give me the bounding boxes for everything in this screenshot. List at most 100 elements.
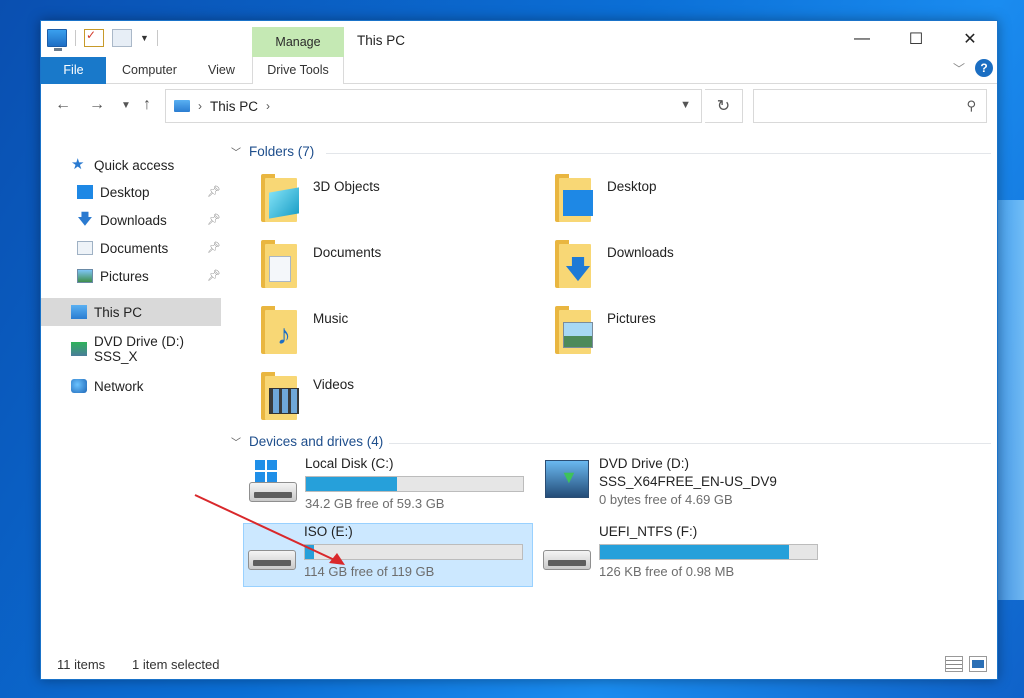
this-pc-icon (71, 305, 87, 319)
search-box[interactable]: ⚲ (753, 89, 987, 123)
search-icon[interactable]: ⚲ (966, 98, 976, 114)
address-dropdown-chevron-icon[interactable]: ▼ (680, 99, 691, 111)
nav-item-downloads[interactable]: 🡇 Downloads (77, 207, 227, 233)
ribbon-right-controls: ﹀ ? (953, 59, 993, 77)
folder-downloads-icon: 🡇 (551, 240, 595, 290)
drive-usage-bar (305, 476, 524, 492)
folders-group-header[interactable]: ﹀ Folders (7) (231, 144, 991, 159)
drive-name: DVD Drive (D:) (599, 456, 689, 471)
folder-documents-icon (257, 240, 301, 290)
folder-pictures-icon (551, 306, 595, 356)
back-arrow-icon[interactable]: ← (55, 96, 71, 114)
folder-label: Documents (313, 245, 382, 260)
folder-desktop-icon (551, 174, 595, 224)
drives-group-header[interactable]: ﹀ Devices and drives (4) (231, 434, 991, 449)
folders-group-label: Folders (7) (249, 144, 315, 159)
new-folder-icon[interactable] (112, 29, 132, 47)
drive-usage-fill (306, 477, 398, 491)
ribbon-tabs: File Computer View Drive Tools ﹀ ? (41, 57, 997, 84)
expand-ribbon-icon[interactable]: ﹀ (953, 60, 965, 77)
toolbar-separator (75, 30, 76, 46)
nav-item-desktop[interactable]: Desktop (77, 179, 227, 205)
folder-label: Downloads (607, 245, 674, 260)
up-arrow-icon[interactable]: ↑ (143, 96, 151, 114)
tiles-view-icon[interactable] (969, 656, 987, 672)
pin-icon: 📌︎ (207, 186, 221, 198)
nav-dvd-drive-label: DVD Drive (D:) SSS_X (93, 334, 184, 364)
folder-desktop[interactable]: Desktop (551, 174, 657, 224)
folder-label: 3D Objects (313, 179, 380, 194)
customize-toolbar-chevron-icon[interactable]: ▼ (140, 33, 149, 43)
folder-videos[interactable]: Videos (257, 372, 354, 422)
folder-documents[interactable]: Documents (257, 240, 381, 290)
drive-usage-bar (599, 544, 818, 560)
breadcrumb-separator-icon[interactable]: › (198, 99, 202, 113)
folder-3d-objects-icon (257, 174, 301, 224)
drive-dvd-d[interactable]: DVD Drive (D:) SSS_X64FREE_EN-US_DV9 0 b… (539, 456, 829, 518)
drive-uefi-ntfs-f[interactable]: UEFI_NTFS (F:) 126 KB free of 0.98 MB (539, 524, 829, 586)
properties-icon[interactable] (84, 28, 104, 47)
window-title: This PC (357, 33, 406, 48)
annotation-arrow (194, 494, 345, 565)
window-controls: — ☐ ✕ (835, 21, 997, 57)
nav-item-pictures[interactable]: Pictures (77, 263, 227, 289)
group-divider (326, 153, 991, 154)
nav-this-pc-label: This PC (94, 304, 143, 320)
details-view-icon[interactable] (945, 656, 963, 672)
drive-usage-fill (600, 545, 789, 559)
pin-icon: 📌︎ (207, 270, 221, 282)
dvd-drive-icon (71, 342, 87, 356)
dvd-drive-icon (539, 456, 593, 516)
breadcrumb-separator-icon[interactable]: › (266, 99, 270, 113)
this-pc-icon (47, 29, 67, 51)
folder-videos-icon (257, 372, 301, 422)
group-divider (389, 443, 991, 444)
nav-this-pc[interactable]: This PC (71, 299, 142, 325)
tab-computer[interactable]: Computer (122, 57, 177, 84)
nav-item-documents[interactable]: Documents (77, 235, 227, 261)
nav-item-label: Pictures (100, 268, 149, 284)
tab-file[interactable]: File (41, 57, 106, 84)
document-icon (77, 241, 93, 255)
removable-drive-icon (539, 524, 593, 584)
collapse-chevron-icon[interactable]: ﹀ (231, 434, 241, 449)
forward-arrow-icon[interactable]: → (89, 96, 105, 114)
nav-item-label: Downloads (100, 212, 167, 228)
item-count: 11 items (57, 657, 106, 672)
tab-view[interactable]: View (208, 57, 235, 84)
nav-dvd-drive[interactable]: DVD Drive (D:) SSS_X (71, 334, 231, 364)
nav-quick-access[interactable]: ★ Quick access (71, 152, 174, 178)
star-icon: ★ (71, 156, 85, 173)
nav-network[interactable]: Network (71, 373, 144, 399)
nav-item-label: Desktop (100, 184, 150, 200)
refresh-icon: ↻ (716, 98, 731, 115)
quick-access-toolbar: ▼ (47, 28, 158, 51)
maximize-button[interactable]: ☐ (889, 21, 943, 57)
collapse-chevron-icon[interactable]: ﹀ (231, 144, 241, 159)
breadcrumb-this-pc[interactable]: This PC (210, 99, 258, 114)
minimize-button[interactable]: — (835, 21, 889, 57)
refresh-button[interactable]: ↻ (705, 89, 743, 123)
pin-icon: 📌︎ (207, 242, 221, 254)
title-bar: ▼ Manage This PC — ☐ ✕ (41, 21, 997, 57)
recent-locations-chevron-icon[interactable]: ▼ (121, 100, 131, 111)
folder-downloads[interactable]: 🡇 Downloads (551, 240, 674, 290)
folder-3d-objects[interactable]: 3D Objects (257, 174, 380, 224)
close-button[interactable]: ✕ (943, 21, 997, 57)
file-explorer-window: ▼ Manage This PC — ☐ ✕ File Computer Vie… (40, 20, 998, 680)
download-arrow-icon: 🡇 (77, 211, 93, 228)
manage-context-tab[interactable]: Manage (252, 27, 344, 57)
this-pc-small-icon (174, 100, 190, 112)
folder-label: Music (313, 311, 349, 326)
tab-drive-tools[interactable]: Drive Tools (252, 57, 344, 84)
help-icon[interactable]: ? (975, 59, 993, 77)
address-bar[interactable]: › This PC › ▼ (165, 89, 702, 123)
drive-name: Local Disk (C:) (305, 456, 394, 471)
folder-music[interactable]: ♪ Music (257, 306, 348, 356)
toolbar-separator (156, 30, 158, 46)
search-input[interactable] (760, 90, 960, 120)
network-icon (71, 379, 87, 393)
folder-pictures[interactable]: Pictures (551, 306, 656, 356)
selection-count: 1 item selected (132, 657, 220, 672)
nav-item-label: Documents (100, 240, 169, 256)
